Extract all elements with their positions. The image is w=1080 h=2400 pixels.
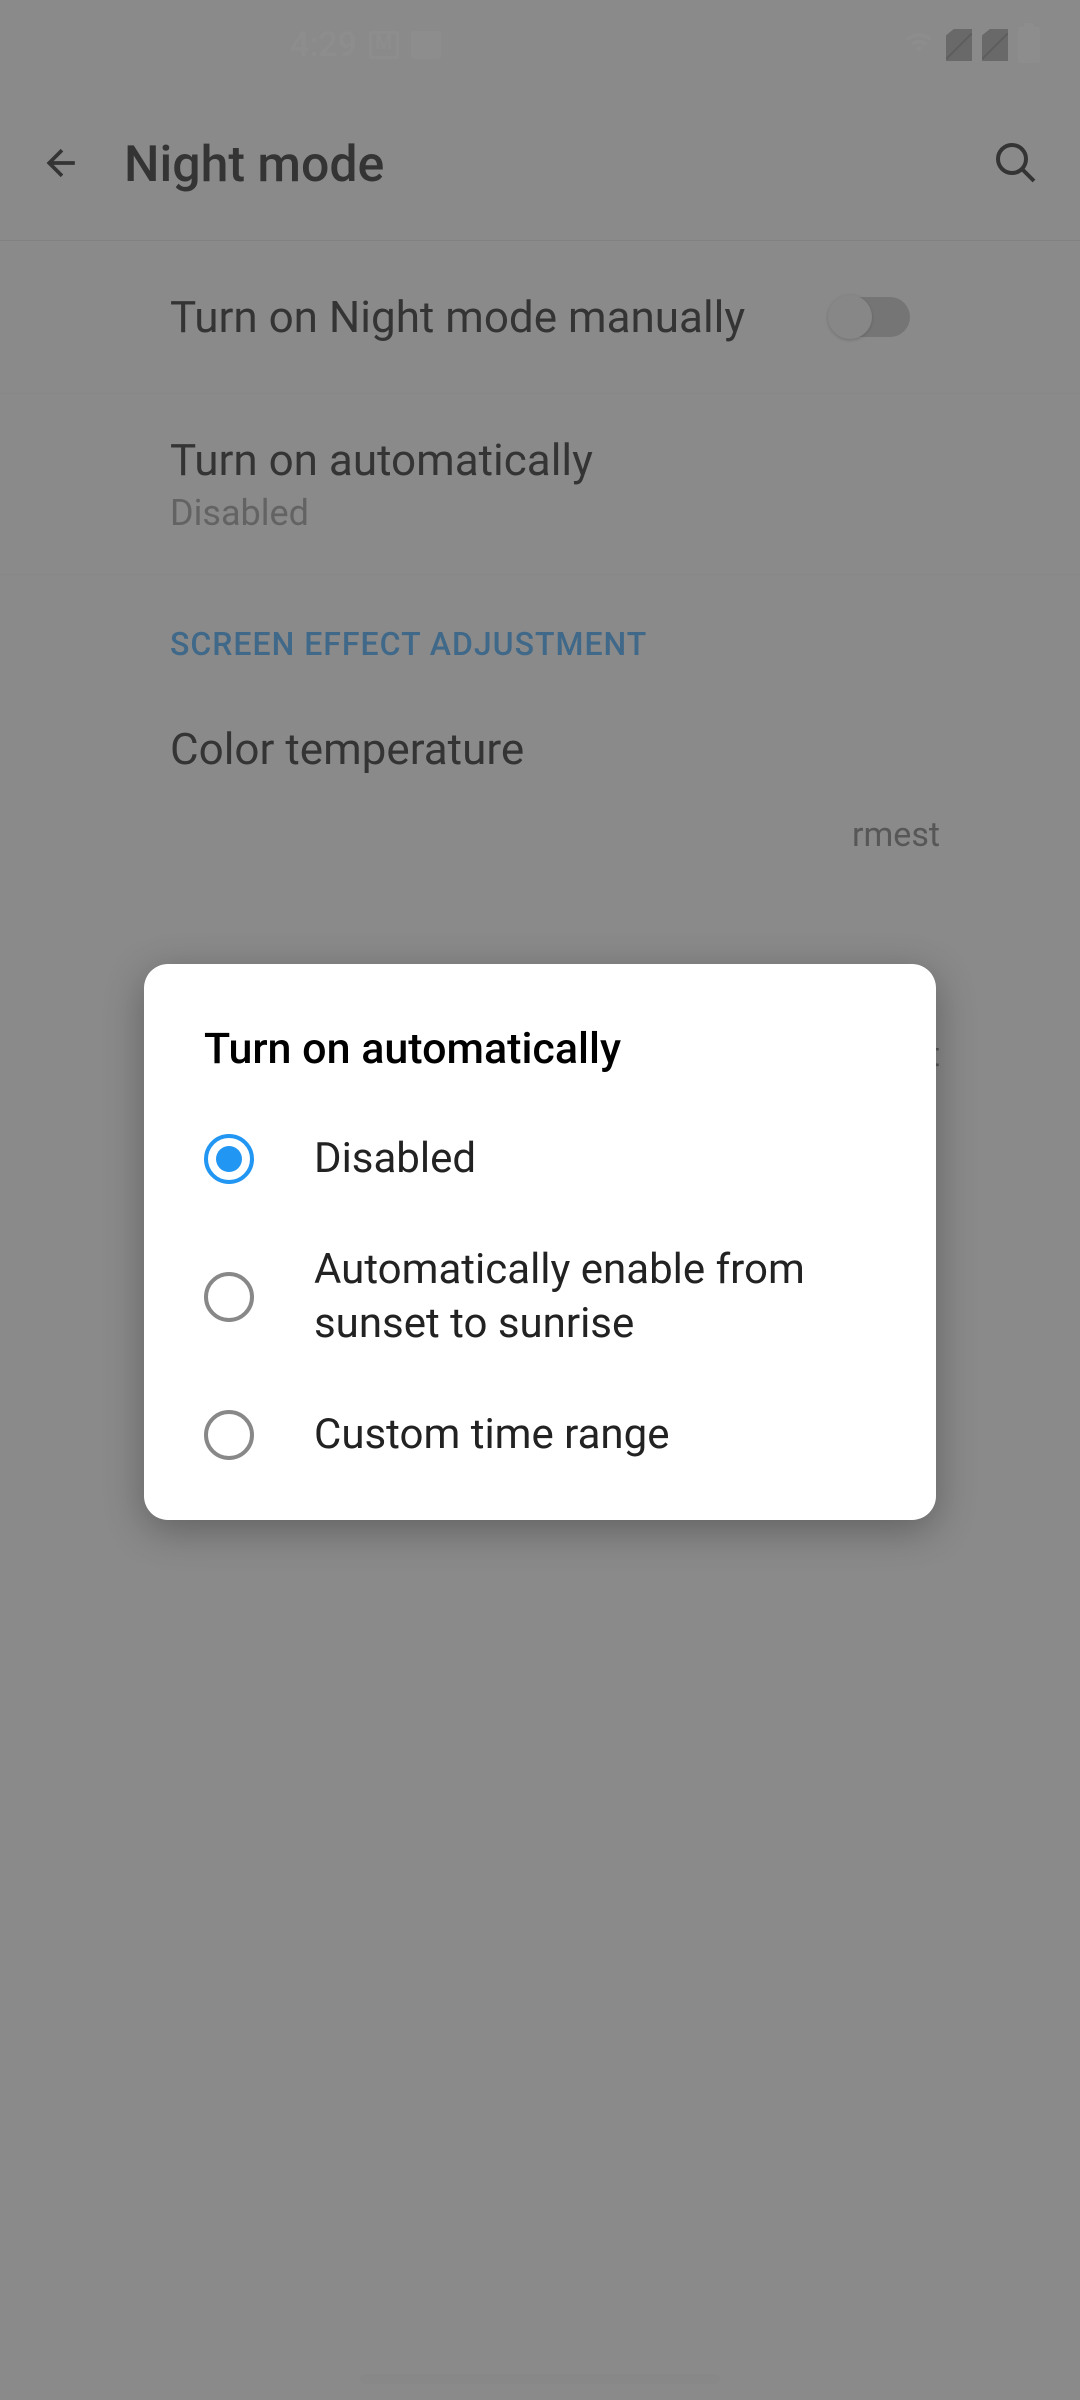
radio-icon bbox=[204, 1410, 254, 1460]
nav-handle[interactable] bbox=[360, 2374, 720, 2384]
dialog-title: Turn on automatically bbox=[144, 1004, 936, 1104]
radio-icon bbox=[204, 1272, 254, 1322]
radio-label: Automatically enable from sunset to sunr… bbox=[314, 1243, 876, 1352]
auto-mode-dialog: Turn on automatically Disabled Automatic… bbox=[144, 964, 936, 1520]
radio-option-custom-range[interactable]: Custom time range bbox=[144, 1380, 936, 1491]
radio-option-sunset-sunrise[interactable]: Automatically enable from sunset to sunr… bbox=[144, 1215, 936, 1380]
radio-option-disabled[interactable]: Disabled bbox=[144, 1104, 936, 1215]
radio-label: Disabled bbox=[314, 1132, 476, 1187]
radio-icon bbox=[204, 1134, 254, 1184]
radio-label: Custom time range bbox=[314, 1408, 669, 1463]
